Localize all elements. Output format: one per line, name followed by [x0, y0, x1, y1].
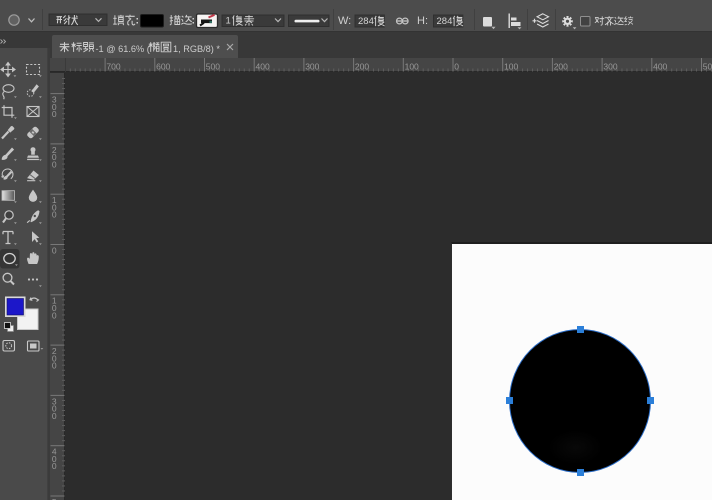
svg-text:-1 @ 61.6% (: -1 @ 61.6% (: [96, 44, 150, 54]
svg-text:0: 0: [454, 61, 459, 71]
svg-text:400: 400: [653, 61, 667, 71]
svg-text:100: 100: [504, 61, 518, 71]
svg-text:0: 0: [52, 361, 57, 371]
svg-text:0: 0: [52, 310, 57, 320]
svg-text:0: 0: [52, 109, 57, 119]
svg-text:0: 0: [52, 159, 57, 169]
svg-text:200: 200: [554, 61, 568, 71]
svg-text:600: 600: [156, 61, 170, 71]
svg-text:300: 300: [305, 61, 319, 71]
svg-text:284: 284: [358, 16, 374, 27]
svg-text:500: 500: [703, 61, 712, 71]
svg-text:W:: W:: [338, 15, 351, 27]
svg-text:284: 284: [437, 16, 453, 27]
svg-text:400: 400: [256, 61, 270, 71]
svg-text:0: 0: [52, 461, 57, 471]
svg-text:0: 0: [52, 411, 57, 421]
svg-text:700: 700: [106, 61, 120, 71]
svg-text:500: 500: [206, 61, 220, 71]
svg-text:1: 1: [226, 16, 231, 27]
svg-text:300: 300: [603, 61, 617, 71]
svg-text:0: 0: [52, 210, 57, 220]
svg-text:H:: H:: [417, 15, 428, 27]
svg-text:1, RGB/8) *: 1, RGB/8) *: [173, 44, 220, 54]
svg-text:0: 0: [52, 245, 57, 255]
svg-text:100: 100: [405, 61, 419, 71]
svg-text:200: 200: [355, 61, 369, 71]
